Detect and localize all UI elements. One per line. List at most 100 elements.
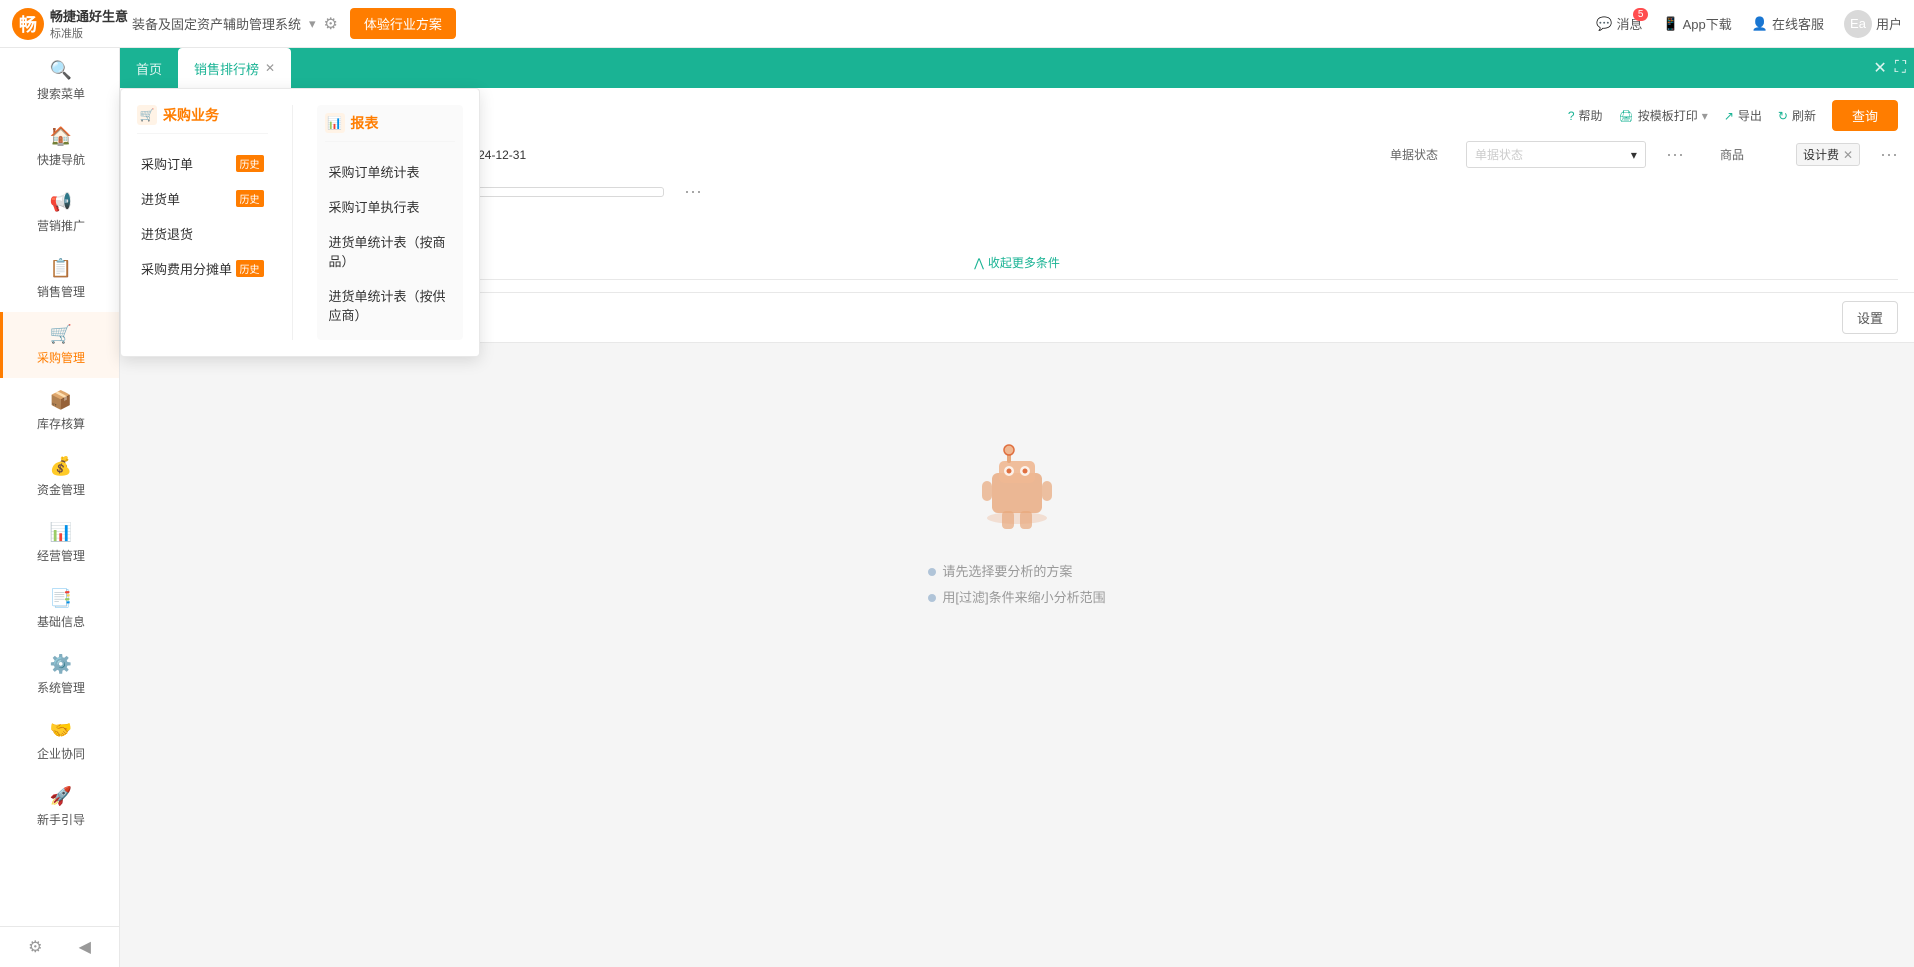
sidebar-item-guide[interactable]: 🚀 新手引导 xyxy=(0,774,119,840)
logo-icon: 畅 xyxy=(12,8,44,40)
help-btn[interactable]: ? 帮助 xyxy=(1568,100,1603,131)
system-title-arrow[interactable]: ▾ xyxy=(309,16,316,32)
system-title-text: 装备及固定资产辅助管理系统 xyxy=(132,14,301,33)
goods-tag: 设计费 ✕ xyxy=(1796,143,1860,166)
sidebar-label-finance: 资金管理 xyxy=(37,481,85,498)
goods-more[interactable]: ··· xyxy=(1880,144,1898,165)
basic-icon: 📑 xyxy=(50,588,72,609)
sidebar-label-coop: 企业协同 xyxy=(37,745,85,762)
doc-status-label: 单据状态 xyxy=(1390,146,1450,163)
query-btn[interactable]: 查询 xyxy=(1832,100,1898,131)
tab-bar-close-icon[interactable]: ✕ xyxy=(1873,58,1886,78)
home-icon: 🏠 xyxy=(50,126,72,147)
print-btn[interactable]: 🖨 按模板打印 ▾ xyxy=(1619,100,1708,131)
sidebar-label-purchase: 采购管理 xyxy=(37,349,85,366)
sidebar-item-marketing[interactable]: 📢 营销推广 xyxy=(0,180,119,246)
goods-tag-close[interactable]: ✕ xyxy=(1843,148,1853,162)
sidebar-label-guide: 新手引导 xyxy=(37,811,85,828)
refresh-label: 刷新 xyxy=(1792,107,1816,124)
tab-close-icon[interactable]: ✕ xyxy=(265,61,275,75)
empty-text: 请先选择要分析的方案 用[过滤]条件来缩小分析范围 xyxy=(928,559,1105,611)
dropdown-purchase-exec-label: 采购订单执行表 xyxy=(329,197,420,216)
dropdown-popup: 🛒 采购业务 采购订单 历史 进货单 历史 进货退货 采购费用分摊单 历史 xyxy=(120,88,480,357)
export-label: 导出 xyxy=(1738,107,1762,124)
salesman-select[interactable] xyxy=(464,187,664,197)
sidebar-label-inventory: 库存核算 xyxy=(37,415,85,432)
notification-badge: 5 xyxy=(1633,8,1649,21)
dropdown-inbound-stat-supplier[interactable]: 进货单统计表（按供应商） xyxy=(325,278,456,332)
empty-svg xyxy=(957,423,1077,543)
settings-btn[interactable]: 设置 xyxy=(1842,301,1898,334)
doc-status-select[interactable]: 单据状态 ▾ xyxy=(1466,141,1646,168)
empty-illustration xyxy=(957,423,1077,543)
sidebar-label-basic: 基础信息 xyxy=(37,613,85,630)
dropdown-purchase-exec[interactable]: 采购订单执行表 xyxy=(325,189,456,224)
purchase-order-history-badge: 历史 xyxy=(236,155,264,172)
sidebar-item-purchase[interactable]: 🛒 采购管理 xyxy=(0,312,119,378)
sidebar-item-operations[interactable]: 📊 经营管理 xyxy=(0,510,119,576)
dropdown-purchase-stat[interactable]: 采购订单统计表 xyxy=(325,154,456,189)
user-item[interactable]: Ea 用户 xyxy=(1844,10,1902,38)
goods-tag-text: 设计费 xyxy=(1803,146,1839,163)
salesman-more[interactable]: ··· xyxy=(684,181,702,202)
user-avatar-text: Ea xyxy=(1850,16,1866,31)
sidebar-item-system[interactable]: ⚙️ 系统管理 xyxy=(0,642,119,708)
system-title-area: 装备及固定资产辅助管理系统 ▾ ⚙ xyxy=(132,14,338,34)
notification-icon: 💬 xyxy=(1596,16,1612,32)
report-col-title-text: 报表 xyxy=(351,113,379,133)
sidebar-item-inventory[interactable]: 📦 库存核算 xyxy=(0,378,119,444)
print-dropdown-icon[interactable]: ▾ xyxy=(1702,109,1708,123)
app-download-label: App下载 xyxy=(1683,14,1732,33)
report-col-title: 📊 报表 xyxy=(325,113,456,142)
operations-icon: 📊 xyxy=(50,522,72,543)
purchase-col: 🛒 采购业务 采购订单 历史 进货单 历史 进货退货 采购费用分摊单 历史 xyxy=(137,105,268,340)
tab-sales-ranking[interactable]: 销售排行榜 ✕ xyxy=(178,48,291,88)
system-settings-icon[interactable]: ⚙ xyxy=(324,14,338,34)
expense-history-badge: 历史 xyxy=(236,260,264,277)
report-col-icon: 📊 xyxy=(325,113,345,133)
tab-sales-ranking-label: 销售排行榜 xyxy=(194,59,259,78)
footer-collapse-btn[interactable]: ◀ xyxy=(79,937,91,957)
tab-home[interactable]: 首页 xyxy=(120,48,178,88)
sidebar-item-finance[interactable]: 💰 资金管理 xyxy=(0,444,119,510)
print-label: 按模板打印 xyxy=(1638,107,1698,124)
sidebar-item-sales[interactable]: 📋 销售管理 xyxy=(0,246,119,312)
export-btn[interactable]: ↗ 导出 xyxy=(1724,100,1762,131)
sidebar-item-quick-nav[interactable]: 🏠 快捷导航 xyxy=(0,114,119,180)
dropdown-inbound-order[interactable]: 进货单 历史 xyxy=(137,181,268,216)
user-avatar: Ea xyxy=(1844,10,1872,38)
dropdown-purchase-stat-label: 采购订单统计表 xyxy=(329,162,420,181)
empty-state: 请先选择要分析的方案 用[过滤]条件来缩小分析范围 xyxy=(120,343,1914,691)
dropdown-expense-order[interactable]: 采购费用分摊单 历史 xyxy=(137,251,268,286)
doc-status-more[interactable]: ··· xyxy=(1666,144,1684,165)
sidebar-item-coop[interactable]: 🤝 企业协同 xyxy=(0,708,119,774)
dropdown-purchase-order[interactable]: 采购订单 历史 xyxy=(137,146,268,181)
sidebar-label-quick-nav: 快捷导航 xyxy=(37,151,85,168)
notification-item[interactable]: 💬 消息 5 xyxy=(1596,14,1642,33)
empty-hint-2-text: 用[过滤]条件来缩小分析范围 xyxy=(942,585,1105,611)
app-download-item[interactable]: 📱 App下载 xyxy=(1662,14,1731,33)
dropdown-return-order[interactable]: 进货退货 xyxy=(137,216,268,251)
tab-bar-right: ✕ ⛶ xyxy=(1873,58,1914,78)
sidebar-label-system: 系统管理 xyxy=(37,679,85,696)
header-right: 💬 消息 5 📱 App下载 👤 在线客服 Ea 用户 xyxy=(1596,10,1902,38)
industry-btn[interactable]: 体验行业方案 xyxy=(350,8,456,39)
sidebar-item-search[interactable]: 🔍 搜索菜单 xyxy=(0,48,119,114)
online-service-item[interactable]: 👤 在线客服 xyxy=(1752,14,1824,33)
print-icon: 🖨 xyxy=(1619,109,1634,123)
sales-icon: 📋 xyxy=(50,258,72,279)
sidebar-item-basic[interactable]: 📑 基础信息 xyxy=(0,576,119,642)
tab-bar-expand-icon[interactable]: ⛶ xyxy=(1895,59,1906,77)
refresh-btn[interactable]: ↻ 刷新 xyxy=(1778,100,1816,131)
dropdown-expense-label: 采购费用分摊单 xyxy=(141,259,232,278)
footer-settings-btn[interactable]: ⚙ xyxy=(28,937,42,957)
brand-name: 畅捷通好生意 xyxy=(50,6,128,25)
dropdown-inbound-stat-goods[interactable]: 进货单统计表（按商品） xyxy=(325,224,456,278)
sidebar-label-search: 搜索菜单 xyxy=(37,85,85,102)
system-icon: ⚙️ xyxy=(50,654,72,675)
collapse-label: 收起更多条件 xyxy=(988,254,1060,271)
purchase-col-title-text: 采购业务 xyxy=(163,105,219,125)
sidebar-label-marketing: 营销推广 xyxy=(37,217,85,234)
sidebar-label-operations: 经营管理 xyxy=(37,547,85,564)
dropdown-inbound-stat-goods-label: 进货单统计表（按商品） xyxy=(329,232,452,270)
